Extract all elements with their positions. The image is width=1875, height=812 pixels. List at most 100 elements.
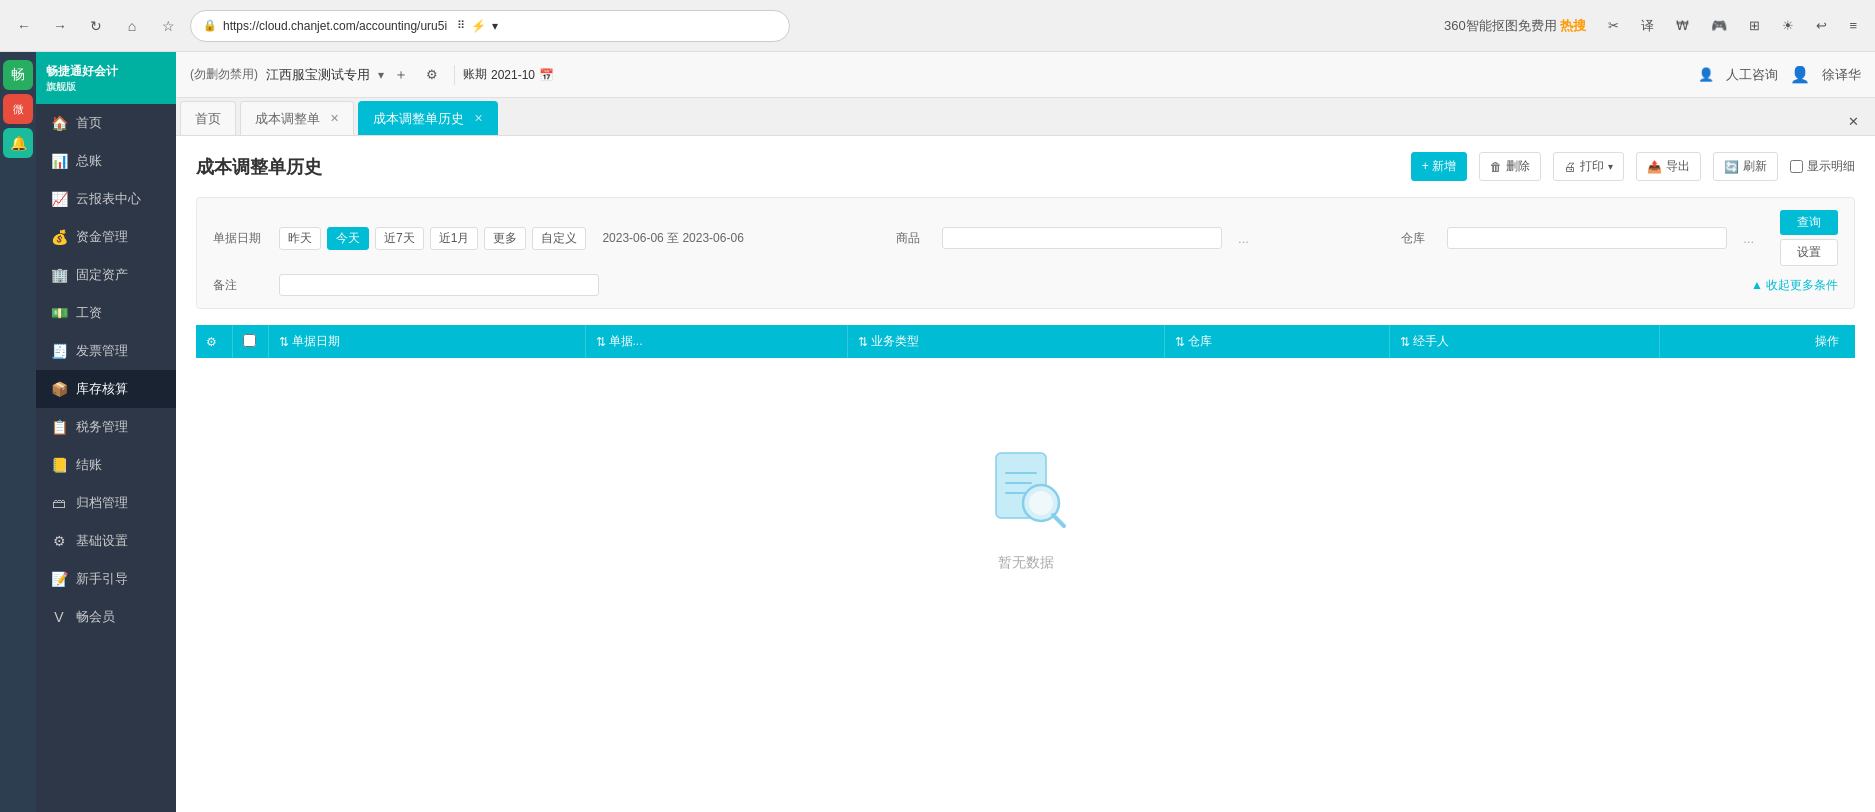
sort-warehouse[interactable]: ⇅ 仓库: [1175, 333, 1212, 350]
sidebar-item-inventory[interactable]: 📦 库存核算: [36, 370, 176, 408]
sort-number[interactable]: ⇅ 单据...: [596, 333, 643, 350]
sidebar-item-label: 基础设置: [76, 532, 128, 550]
sidebar-item-invoice[interactable]: 🧾 发票管理: [36, 332, 176, 370]
col-date[interactable]: ⇅ 单据日期: [268, 325, 585, 358]
grid-icon[interactable]: ⊞: [1741, 14, 1768, 37]
menu-icon[interactable]: ≡: [1841, 14, 1865, 37]
company-settings-button[interactable]: ⚙: [418, 63, 446, 86]
tab-cost-adjust-label: 成本调整单: [255, 110, 320, 128]
forward-button[interactable]: →: [46, 12, 74, 40]
app-icons-panel: 畅 微 🔔: [0, 52, 36, 812]
col-business-type[interactable]: ⇅ 业务类型: [848, 325, 1165, 358]
game-icon[interactable]: 🎮: [1703, 14, 1735, 37]
display-cols-checkbox[interactable]: [1790, 160, 1803, 173]
page-area: 成本调整单历史 + 新增 🗑 删除 🖨 打印 ▾ 📤 导出: [176, 136, 1875, 812]
date-yesterday[interactable]: 昨天: [279, 227, 321, 250]
sort-icon: ⇅: [1175, 335, 1185, 349]
scissors-icon[interactable]: ✂: [1600, 14, 1627, 37]
sort-handler[interactable]: ⇅ 经手人: [1400, 333, 1449, 350]
warehouse-filter-input[interactable]: [1447, 227, 1727, 249]
sort-icon: ⇅: [858, 335, 868, 349]
reload-button[interactable]: ↻: [82, 12, 110, 40]
col-settings[interactable]: ⚙: [196, 325, 232, 358]
sidebar-item-home[interactable]: 🏠 首页: [36, 104, 176, 142]
date-more[interactable]: 更多: [484, 227, 526, 250]
translate-icon[interactable]: 译: [1633, 13, 1662, 39]
close-all-tabs-button[interactable]: ✕: [1839, 107, 1867, 135]
search-button[interactable]: 查询: [1780, 210, 1838, 235]
ssl-icon: 🔒: [203, 19, 217, 32]
app-icon-notification[interactable]: 🔔: [3, 128, 33, 158]
display-cols-label[interactable]: 显示明细: [1790, 158, 1855, 175]
sort-date[interactable]: ⇅ 单据日期: [279, 333, 340, 350]
sidebar-item-guide[interactable]: 📝 新手引导: [36, 560, 176, 598]
home-button[interactable]: ⌂: [118, 12, 146, 40]
setting-button[interactable]: 设置: [1780, 239, 1838, 266]
collapse-btn[interactable]: ▲ 收起更多条件: [1751, 277, 1838, 294]
sort-business-type[interactable]: ⇅ 业务类型: [858, 333, 919, 350]
date-1month[interactable]: 近1月: [430, 227, 479, 250]
tab-cost-adjust-history-close[interactable]: ✕: [474, 112, 483, 125]
col-number[interactable]: ⇅ 单据...: [585, 325, 848, 358]
wallet-icon[interactable]: ₩: [1668, 14, 1697, 37]
address-bar[interactable]: 🔒 https://cloud.chanjet.com/accounting/u…: [190, 10, 790, 42]
sidebar-item-accounting[interactable]: 📊 总账: [36, 142, 176, 180]
user-service-btn[interactable]: 人工咨询: [1726, 66, 1778, 84]
company-dropdown[interactable]: ▾: [378, 68, 384, 82]
tab-cost-adjust-close[interactable]: ✕: [330, 112, 339, 125]
sidebar-item-reports[interactable]: 📈 云报表中心: [36, 180, 176, 218]
page-title: 成本调整单历史: [196, 155, 322, 179]
app-icon-main[interactable]: 畅: [3, 60, 33, 90]
date-7days[interactable]: 近7天: [375, 227, 424, 250]
goods-more-btn[interactable]: ...: [1238, 231, 1249, 246]
company-name: 江西服宝测试专用: [266, 66, 370, 84]
delete-button[interactable]: 🗑 删除: [1479, 152, 1541, 181]
sidebar: 畅捷通好会计 旗舰版 🏠 首页 📊 总账 📈 云报表中心 💰 资金管理 🏢 固定…: [36, 52, 176, 812]
back-button[interactable]: ←: [10, 12, 38, 40]
tab-cost-adjust[interactable]: 成本调整单 ✕: [240, 101, 354, 135]
period-label: 账期: [463, 66, 487, 83]
search-extension[interactable]: 360智能抠图免费用 热搜: [1436, 13, 1594, 39]
tab-home[interactable]: 首页: [180, 101, 236, 135]
home-icon: 🏠: [50, 115, 68, 131]
tab-cost-adjust-history[interactable]: 成本调整单历史 ✕: [358, 101, 498, 135]
export-button[interactable]: 📤 导出: [1636, 152, 1701, 181]
sidebar-item-payroll[interactable]: 💵 工资: [36, 294, 176, 332]
data-table: ⚙ ⇅ 单据日期 ⇅: [196, 325, 1855, 652]
export-icon: 📤: [1647, 160, 1662, 174]
refresh-button[interactable]: 🔄 刷新: [1713, 152, 1778, 181]
user-name[interactable]: 徐译华: [1822, 66, 1861, 84]
brightness-icon[interactable]: ☀: [1774, 14, 1802, 37]
col-checkbox[interactable]: [232, 325, 268, 358]
table-header: ⚙ ⇅ 单据日期 ⇅: [196, 325, 1855, 358]
new-button[interactable]: + 新增: [1411, 152, 1467, 181]
browser-apps-icon: ⠿: [457, 19, 465, 32]
invoice-icon: 🧾: [50, 343, 68, 359]
sidebar-item-funds[interactable]: 💰 资金管理: [36, 218, 176, 256]
goods-filter-input[interactable]: [942, 227, 1222, 249]
app-icon-weibo[interactable]: 微: [3, 94, 33, 124]
star-button[interactable]: ☆: [154, 12, 182, 40]
sidebar-item-fixed-assets[interactable]: 🏢 固定资产: [36, 256, 176, 294]
sidebar-item-archive[interactable]: 🗃 归档管理: [36, 484, 176, 522]
col-handler[interactable]: ⇅ 经手人: [1389, 325, 1660, 358]
sidebar-item-tax[interactable]: 📋 税务管理: [36, 408, 176, 446]
select-all-checkbox[interactable]: [243, 334, 256, 347]
col-warehouse[interactable]: ⇅ 仓库: [1165, 325, 1389, 358]
collapse-label: 收起更多条件: [1766, 277, 1838, 294]
undo-icon[interactable]: ↩: [1808, 14, 1835, 37]
sidebar-item-close[interactable]: 📒 结账: [36, 446, 176, 484]
add-company-button[interactable]: ＋: [392, 64, 410, 86]
tab-home-label: 首页: [195, 110, 221, 128]
print-button[interactable]: 🖨 打印 ▾: [1553, 152, 1624, 181]
sidebar-item-settings[interactable]: ⚙ 基础设置: [36, 522, 176, 560]
note-filter-input[interactable]: [279, 274, 599, 296]
warehouse-more-btn[interactable]: ...: [1743, 231, 1754, 246]
date-today[interactable]: 今天: [327, 227, 369, 250]
accounting-icon: 📊: [50, 153, 68, 169]
service-icon: 👤: [1698, 67, 1714, 82]
date-custom[interactable]: 自定义: [532, 227, 586, 250]
calendar-icon[interactable]: 📅: [539, 68, 554, 82]
tab-cost-adjust-history-label: 成本调整单历史: [373, 110, 464, 128]
sidebar-item-vip[interactable]: V 畅会员: [36, 598, 176, 636]
